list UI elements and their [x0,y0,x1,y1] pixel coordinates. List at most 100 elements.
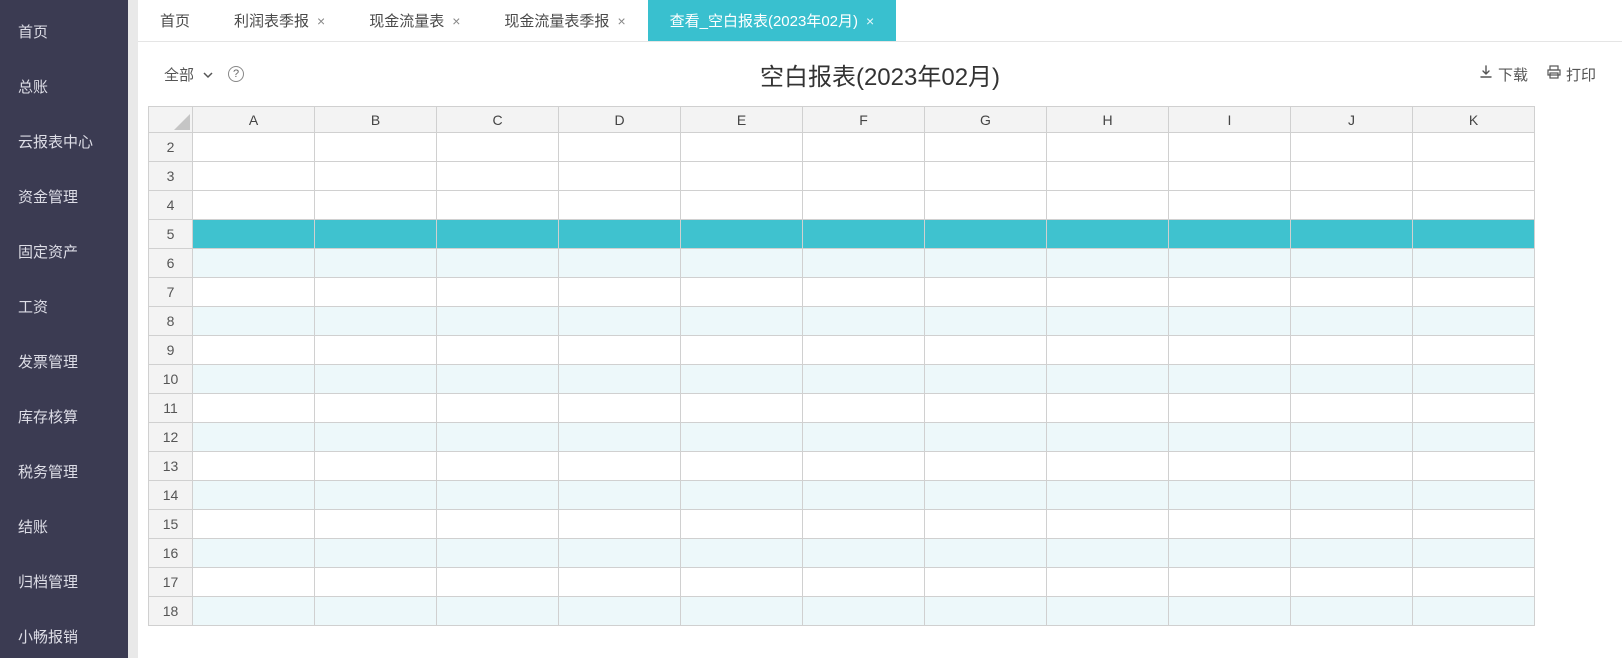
cell-D12[interactable] [559,423,681,452]
tab-4[interactable]: 查看_空白报表(2023年02月)× [648,0,897,41]
sidebar-item-11[interactable]: 小畅报销 [0,609,128,664]
cell-A12[interactable] [193,423,315,452]
cell-G2[interactable] [925,133,1047,162]
cell-G17[interactable] [925,568,1047,597]
cell-C4[interactable] [437,191,559,220]
close-icon[interactable]: × [452,14,460,28]
cell-I3[interactable] [1169,162,1291,191]
cell-D18[interactable] [559,597,681,626]
cell-F2[interactable] [803,133,925,162]
cell-C10[interactable] [437,365,559,394]
cell-K5[interactable] [1413,220,1535,249]
row-header-9[interactable]: 9 [149,336,193,365]
cell-K9[interactable] [1413,336,1535,365]
cell-E3[interactable] [681,162,803,191]
cell-D5[interactable] [559,220,681,249]
close-icon[interactable]: × [317,14,325,28]
cell-G12[interactable] [925,423,1047,452]
cell-B12[interactable] [315,423,437,452]
cell-B14[interactable] [315,481,437,510]
cell-F7[interactable] [803,278,925,307]
filter-dropdown[interactable]: 全部 ? [164,64,244,85]
row-header-2[interactable]: 2 [149,133,193,162]
cell-J6[interactable] [1291,249,1413,278]
cell-A10[interactable] [193,365,315,394]
cell-H15[interactable] [1047,510,1169,539]
cell-H18[interactable] [1047,597,1169,626]
cell-J4[interactable] [1291,191,1413,220]
cell-C15[interactable] [437,510,559,539]
tab-0[interactable]: 首页 [138,0,212,41]
cell-D6[interactable] [559,249,681,278]
row-header-5[interactable]: 5 [149,220,193,249]
sidebar-item-10[interactable]: 归档管理 [0,554,128,609]
cell-C2[interactable] [437,133,559,162]
sidebar-item-9[interactable]: 结账 [0,499,128,554]
cell-K6[interactable] [1413,249,1535,278]
cell-E12[interactable] [681,423,803,452]
cell-C13[interactable] [437,452,559,481]
cell-D9[interactable] [559,336,681,365]
cell-E15[interactable] [681,510,803,539]
cell-G4[interactable] [925,191,1047,220]
cell-A18[interactable] [193,597,315,626]
select-all-corner[interactable] [149,107,193,133]
cell-K10[interactable] [1413,365,1535,394]
column-header-C[interactable]: C [437,107,559,133]
cell-I12[interactable] [1169,423,1291,452]
column-header-K[interactable]: K [1413,107,1535,133]
cell-H11[interactable] [1047,394,1169,423]
cell-G7[interactable] [925,278,1047,307]
cell-J16[interactable] [1291,539,1413,568]
tab-2[interactable]: 现金流量表× [347,0,482,41]
cell-I5[interactable] [1169,220,1291,249]
cell-F12[interactable] [803,423,925,452]
cell-H2[interactable] [1047,133,1169,162]
cell-K4[interactable] [1413,191,1535,220]
cell-J11[interactable] [1291,394,1413,423]
cell-A7[interactable] [193,278,315,307]
close-icon[interactable]: × [866,14,874,28]
row-header-7[interactable]: 7 [149,278,193,307]
cell-A3[interactable] [193,162,315,191]
cell-I13[interactable] [1169,452,1291,481]
cell-B18[interactable] [315,597,437,626]
cell-G6[interactable] [925,249,1047,278]
cell-K11[interactable] [1413,394,1535,423]
cell-G8[interactable] [925,307,1047,336]
cell-E7[interactable] [681,278,803,307]
cell-C18[interactable] [437,597,559,626]
row-header-4[interactable]: 4 [149,191,193,220]
cell-C16[interactable] [437,539,559,568]
cell-J9[interactable] [1291,336,1413,365]
cell-B11[interactable] [315,394,437,423]
cell-C7[interactable] [437,278,559,307]
cell-G3[interactable] [925,162,1047,191]
tab-3[interactable]: 现金流量表季报× [482,0,647,41]
sidebar-item-3[interactable]: 资金管理 [0,169,128,224]
cell-K7[interactable] [1413,278,1535,307]
cell-H8[interactable] [1047,307,1169,336]
cell-E11[interactable] [681,394,803,423]
cell-G18[interactable] [925,597,1047,626]
cell-D3[interactable] [559,162,681,191]
sidebar-item-0[interactable]: 首页 [0,4,128,59]
cell-A17[interactable] [193,568,315,597]
cell-E13[interactable] [681,452,803,481]
cell-B10[interactable] [315,365,437,394]
cell-F14[interactable] [803,481,925,510]
cell-H16[interactable] [1047,539,1169,568]
cell-F11[interactable] [803,394,925,423]
cell-K13[interactable] [1413,452,1535,481]
sidebar-item-2[interactable]: 云报表中心 [0,114,128,169]
cell-K8[interactable] [1413,307,1535,336]
row-header-16[interactable]: 16 [149,539,193,568]
cell-B7[interactable] [315,278,437,307]
cell-A13[interactable] [193,452,315,481]
cell-D15[interactable] [559,510,681,539]
cell-J3[interactable] [1291,162,1413,191]
cell-I2[interactable] [1169,133,1291,162]
cell-A11[interactable] [193,394,315,423]
cell-G5[interactable] [925,220,1047,249]
cell-F8[interactable] [803,307,925,336]
